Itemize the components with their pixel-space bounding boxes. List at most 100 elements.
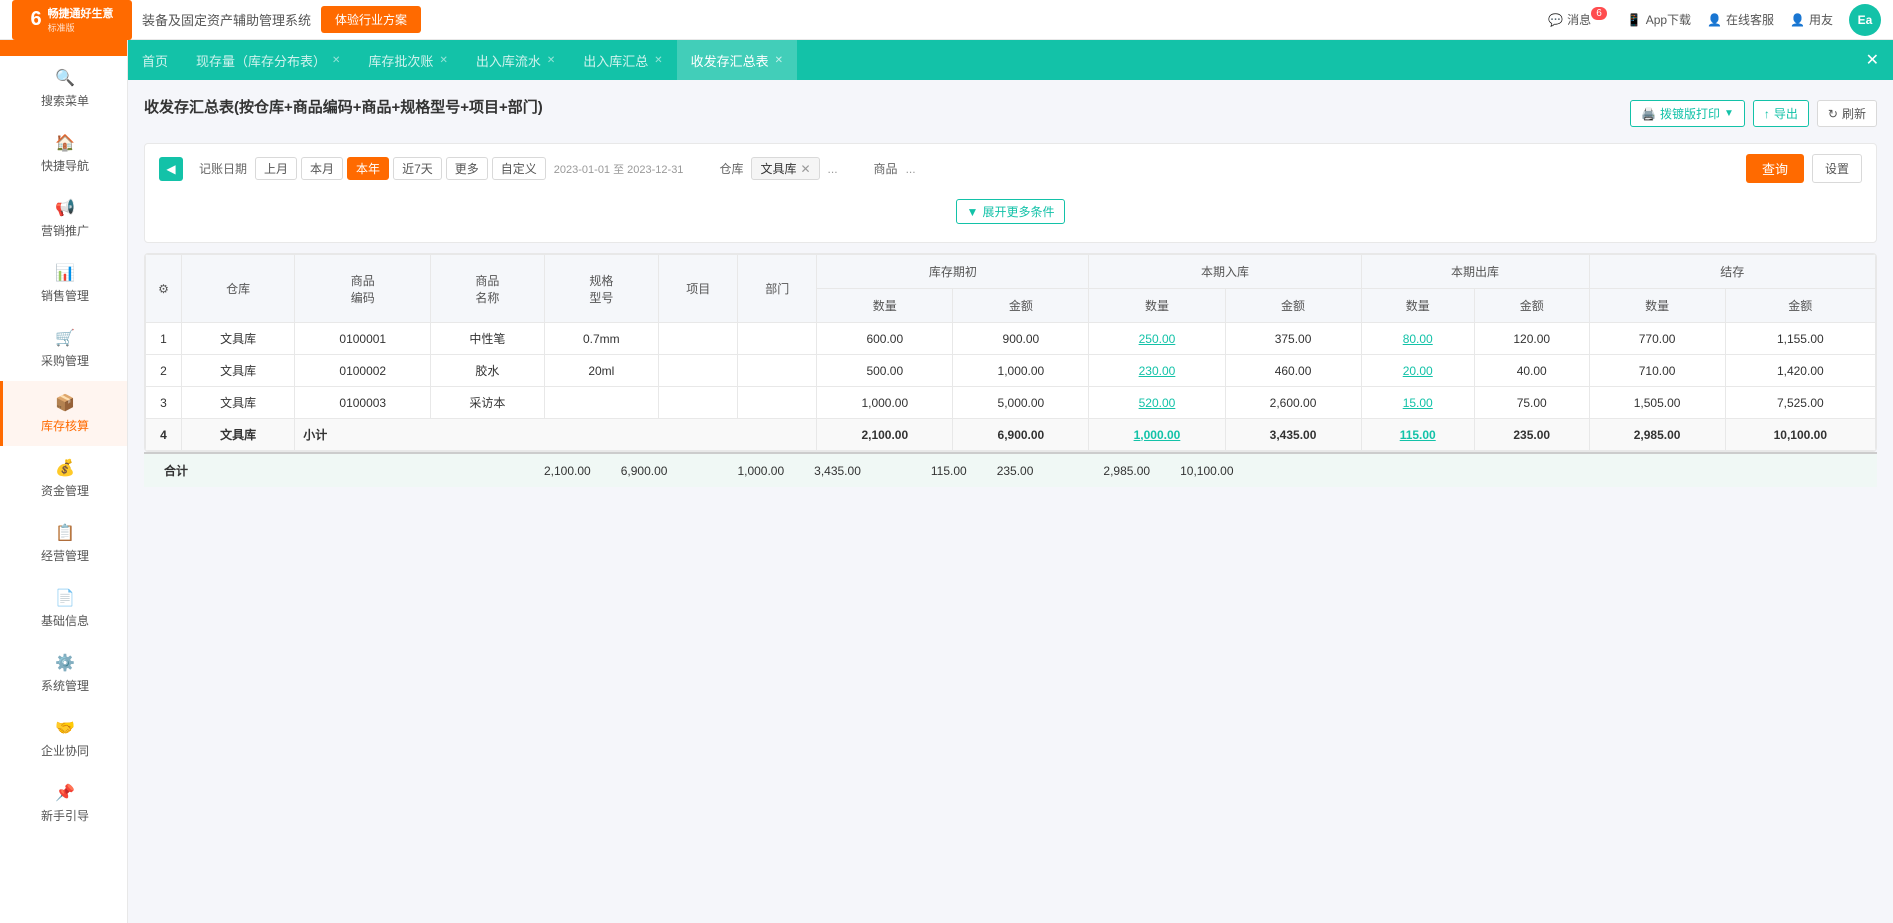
subtotal-in-qty: 1,000.00	[1089, 419, 1225, 451]
tab-label-summary: 出入库汇总	[583, 51, 648, 70]
row-opening-qty: 1,000.00	[817, 387, 953, 419]
logo: 6 畅捷通好生意 标准版	[12, 0, 132, 40]
row-in-qty[interactable]: 230.00	[1089, 355, 1225, 387]
goods-more[interactable]: ...	[906, 162, 916, 176]
sidebar-item-basic[interactable]: 📄基础信息	[0, 576, 127, 641]
sidebar-item-purchase[interactable]: 🛒采购管理	[0, 316, 127, 381]
sidebar-icon-inventory: 📦	[55, 393, 75, 413]
row-out-amt: 75.00	[1474, 387, 1589, 419]
date-btn-more[interactable]: 更多	[446, 157, 488, 180]
tab-home[interactable]: 首页	[128, 40, 182, 80]
sidebar-item-enterprise[interactable]: 🤝企业协同	[0, 706, 127, 771]
message-btn[interactable]: 💬 消息 6	[1548, 11, 1611, 28]
print-button[interactable]: 🖨️ 拨镀版打印 ▼	[1630, 100, 1745, 127]
date-range: 2023-01-01 至 2023-12-31	[554, 161, 684, 177]
tab-flow[interactable]: 出入库流水✕	[462, 40, 569, 80]
sidebar-icon-marketing: 📢	[55, 198, 75, 218]
row-in-qty[interactable]: 520.00	[1089, 387, 1225, 419]
row-out-qty[interactable]: 15.00	[1361, 387, 1474, 419]
sidebar: 🔍搜索菜单🏠快捷导航📢营销推广 📊 销售管理 🛒采购管理📦库存核算💰资金管理📋经营管理…	[0, 40, 128, 923]
sidebar-icon-guide: 📌	[55, 783, 75, 803]
tab-summary[interactable]: 出入库汇总 ✕	[569, 40, 676, 80]
sidebar-item-search[interactable]: 🔍搜索菜单	[0, 56, 127, 121]
data-table-container: ⚙ 仓库 商品编码 商品名称 规格型号 项目 部门 库存期初 本期入库 本期出库	[144, 253, 1877, 452]
total-balance-amt: 10,100.00	[1180, 464, 1233, 478]
warehouse-filter-section: 仓库 文具库 ✕ ...	[719, 157, 837, 180]
row-goods-name: 胶水	[431, 355, 544, 387]
setting-button[interactable]: 设置	[1812, 154, 1862, 183]
service-icon: 👤	[1707, 13, 1722, 27]
subtotal-out-amt: 235.00	[1474, 419, 1589, 451]
tab-stock-dist[interactable]: 现存量（库存分布表）✕	[182, 40, 354, 80]
filter-bar: ◀ 记账日期 上月 本月 本年 近7天 更多 自定义	[144, 143, 1877, 243]
row-in-qty[interactable]: 250.00	[1089, 323, 1225, 355]
date-btn-this-month[interactable]: 本月	[301, 157, 343, 180]
tab-label-batch: 库存批次账	[368, 51, 433, 70]
warehouse-tag: 文具库 ✕	[751, 157, 819, 180]
date-btn-custom[interactable]: 自定义	[492, 157, 546, 180]
refresh-button[interactable]: ↻ 刷新	[1817, 100, 1877, 127]
tab-label-home: 首页	[142, 51, 168, 70]
message-badge: 6	[1591, 7, 1607, 20]
filter-toggle-icon[interactable]: ◀	[159, 157, 183, 181]
date-btn-last-month[interactable]: 上月	[255, 157, 297, 180]
content-area: 首页现存量（库存分布表）✕库存批次账✕出入库流水✕出入库汇总✕收发存汇总表✕✕ …	[128, 40, 1893, 923]
tab-close-stock-dist[interactable]: ✕	[332, 55, 340, 66]
sidebar-label-finance: 资金管理	[41, 482, 89, 499]
row-out-qty[interactable]: 80.00	[1361, 323, 1474, 355]
app-download-btn[interactable]: 📱 App下载	[1627, 11, 1691, 28]
th-out-qty: 数量	[1361, 289, 1474, 323]
row-dept	[738, 323, 817, 355]
sidebar-item-quicknav[interactable]: 🏠快捷导航	[0, 121, 127, 186]
row-goods-code: 0100003	[295, 387, 431, 419]
row-goods-spec	[544, 387, 659, 419]
tab-close-recv-summary[interactable]: ✕	[775, 55, 783, 66]
warehouse-more[interactable]: ...	[828, 162, 838, 176]
subtotal-out-qty: 115.00	[1361, 419, 1474, 451]
user-btn[interactable]: 👤 用友	[1790, 11, 1833, 28]
th-opening-qty: 数量	[817, 289, 953, 323]
sidebar-item-inventory[interactable]: 📦库存核算	[0, 381, 127, 446]
total-bar: 合计 2,100.00 6,900.00 1,000.00 3,435.00 1…	[144, 452, 1877, 487]
total-balance-qty: 2,985.00	[1103, 464, 1150, 478]
query-button[interactable]: 查询	[1746, 154, 1804, 183]
sidebar-item-finance[interactable]: 💰资金管理	[0, 446, 127, 511]
tab-close-flow[interactable]: ✕	[547, 55, 555, 66]
tab-close-batch[interactable]: ✕	[439, 55, 447, 66]
subtotal-opening-amt: 6,900.00	[953, 419, 1089, 451]
row-opening-amt: 900.00	[953, 323, 1089, 355]
tab-close-summary[interactable]: ✕	[654, 55, 662, 66]
date-btn-this-year[interactable]: 本年	[347, 157, 389, 180]
sidebar-item-system[interactable]: ⚙️系统管理	[0, 641, 127, 706]
header-right: 💬 消息 6 📱 App下载 👤 在线客服 👤 用友 Ea	[1548, 4, 1881, 36]
export-button[interactable]: ↑ 导出	[1753, 100, 1809, 127]
subtotal-row: 4 文具库 小计 2,100.00 6,900.00 1,000.00 3,43…	[146, 419, 1876, 451]
sidebar-label-search: 搜索菜单	[41, 92, 89, 109]
sidebar-label-operations: 经营管理	[41, 547, 89, 564]
row-project	[659, 323, 738, 355]
tab-batch[interactable]: 库存批次账 ✕	[354, 40, 461, 80]
tab-recv-summary[interactable]: 收发存汇总表✕	[677, 40, 797, 80]
row-warehouse: 文具库	[182, 387, 295, 419]
sidebar-label-sales: 销售管理	[41, 287, 89, 304]
date-btn-7days[interactable]: 近7天	[393, 157, 442, 180]
total-out-qty: 115.00	[931, 464, 967, 478]
logo-icon: 6	[30, 8, 41, 31]
warehouse-remove-icon[interactable]: ✕	[800, 162, 810, 176]
sidebar-item-guide[interactable]: 📌新手引导	[0, 771, 127, 836]
total-label: 合计	[164, 462, 284, 479]
sidebar-item-marketing[interactable]: 📢营销推广	[0, 186, 127, 251]
expand-button[interactable]: ▼ 展开更多条件	[956, 199, 1066, 224]
sidebar-item-sales[interactable]: 📊 销售管理	[0, 251, 127, 316]
experience-button[interactable]: 体验行业方案	[321, 6, 421, 33]
row-out-qty[interactable]: 20.00	[1361, 355, 1474, 387]
sidebar-icon-sales: 📊	[55, 263, 75, 283]
sidebar-item-operations[interactable]: 📋经营管理	[0, 511, 127, 576]
tab-bar-close-all[interactable]: ✕	[1852, 50, 1893, 70]
row-opening-qty: 500.00	[817, 355, 953, 387]
subtotal-balance-qty: 2,985.00	[1589, 419, 1725, 451]
expand-icon: ▼	[967, 205, 979, 219]
online-service-btn[interactable]: 👤 在线客服	[1707, 11, 1774, 28]
logo-brand: 畅捷通好生意	[48, 5, 114, 21]
warehouse-value: 文具库	[760, 160, 796, 177]
